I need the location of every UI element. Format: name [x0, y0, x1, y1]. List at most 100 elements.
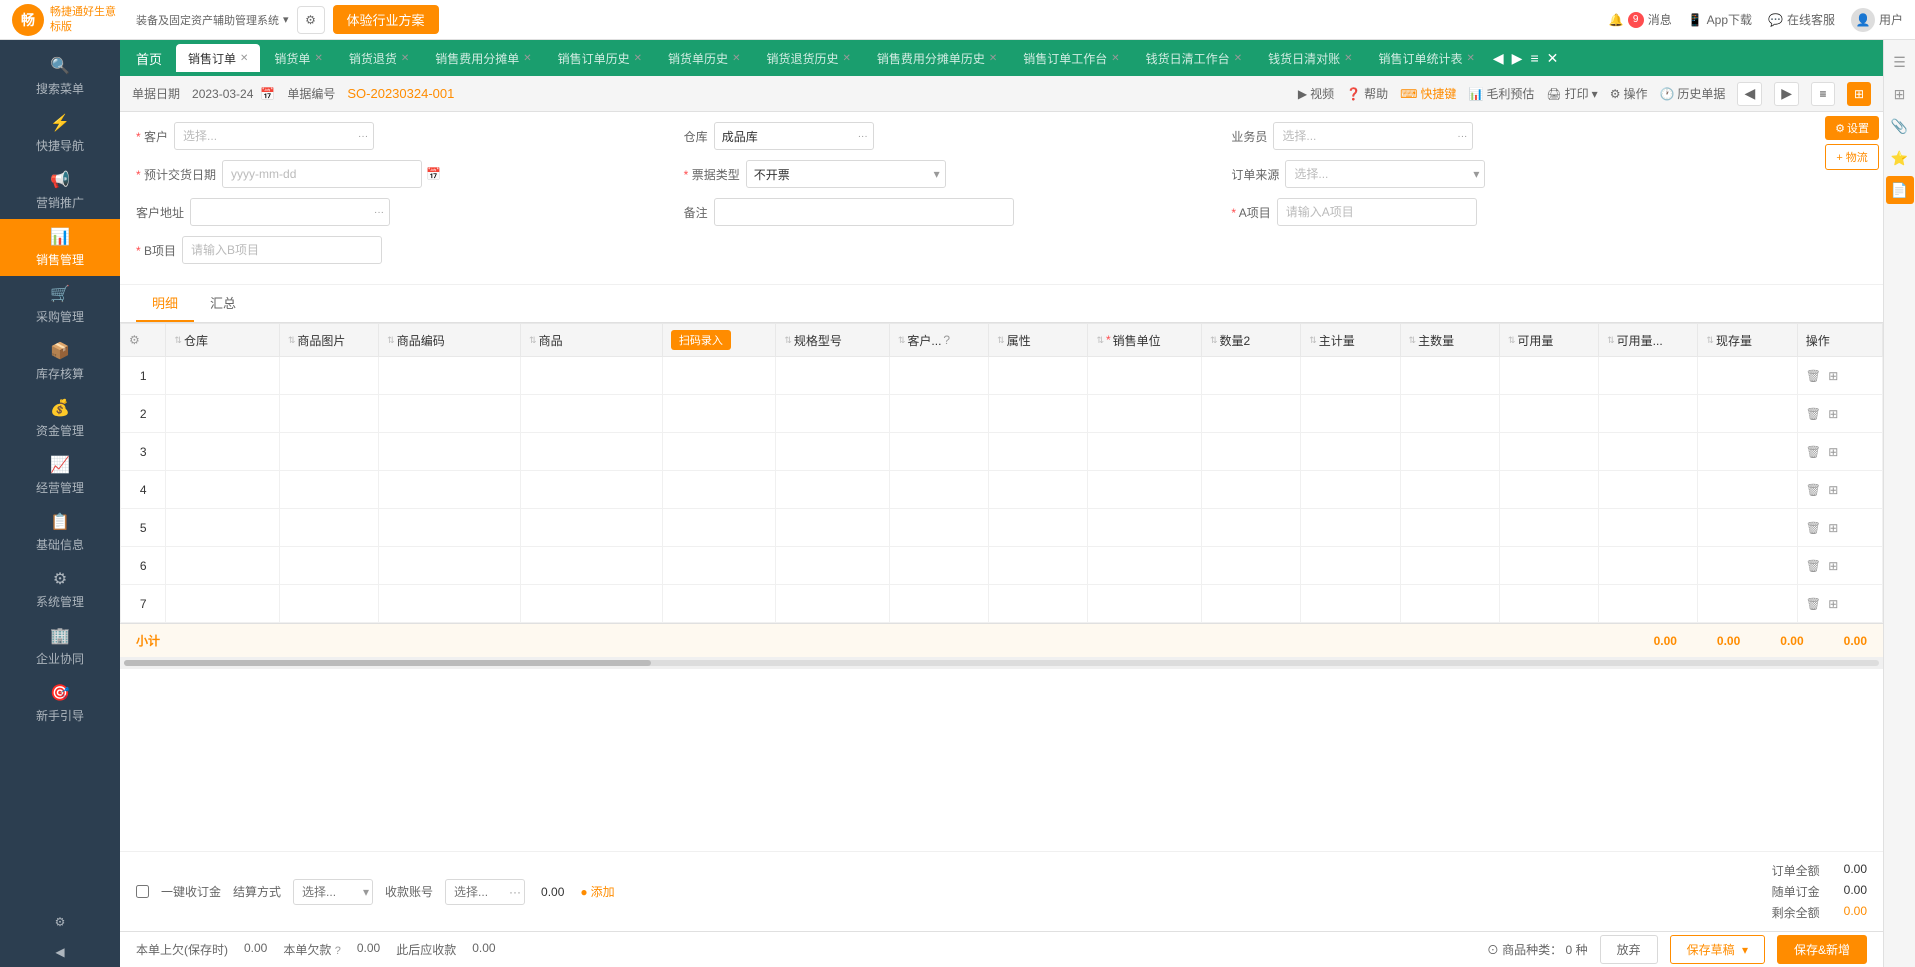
- th-settings[interactable]: ⚙: [121, 324, 166, 357]
- tab-return-history[interactable]: 销货退货历史 ✕: [754, 44, 862, 72]
- row-4-warehouse[interactable]: [166, 471, 279, 509]
- row-3-delete-icon[interactable]: 🗑: [1806, 445, 1821, 459]
- row-6-main-unit[interactable]: [1301, 547, 1400, 585]
- row-5-copy-icon[interactable]: ⊞: [1828, 521, 1838, 535]
- row-5-available2[interactable]: [1599, 509, 1698, 547]
- row-2-code[interactable]: [379, 395, 521, 433]
- tab-sales-goods-history-close[interactable]: ✕: [732, 53, 740, 64]
- toolbar-help-btn[interactable]: ❓ 帮助: [1346, 82, 1388, 106]
- row-7-image[interactable]: [279, 585, 378, 623]
- tab-close-all-btn[interactable]: ✕: [1543, 50, 1563, 67]
- order-source-input[interactable]: [1285, 160, 1485, 188]
- delivery-calendar-icon[interactable]: 📅: [426, 167, 441, 181]
- row-1-customer-code[interactable]: [889, 357, 988, 395]
- row-6-qty2[interactable]: [1201, 547, 1300, 585]
- scan-btn[interactable]: 扫码录入: [671, 330, 731, 350]
- row-6-available2[interactable]: [1599, 547, 1698, 585]
- horizontal-scrollbar[interactable]: [120, 657, 1883, 669]
- online-service-btn[interactable]: 💬 在线客服: [1768, 11, 1835, 28]
- row-7-main-qty[interactable]: [1400, 585, 1499, 623]
- scrollbar-track[interactable]: [124, 660, 1879, 666]
- sidebar-item-search[interactable]: 🔍 搜索菜单: [0, 48, 120, 105]
- sidebar-item-purchase[interactable]: 🛒 采购管理: [0, 276, 120, 333]
- right-icon-2[interactable]: ⊞: [1886, 80, 1914, 108]
- toolbar-next-btn[interactable]: ▶: [1774, 82, 1799, 106]
- row-6-stock[interactable]: [1698, 547, 1797, 585]
- row-5-attribute[interactable]: [989, 509, 1088, 547]
- row-2-attribute[interactable]: [989, 395, 1088, 433]
- row-1-attribute[interactable]: [989, 357, 1088, 395]
- row-6-delete-icon[interactable]: 🗑: [1806, 559, 1821, 573]
- row-5-available[interactable]: [1499, 509, 1598, 547]
- row-1-main-qty[interactable]: [1400, 357, 1499, 395]
- add-payment-btn[interactable]: ● 添加: [580, 883, 614, 900]
- tab-expense-history-close[interactable]: ✕: [989, 53, 997, 64]
- row-4-code[interactable]: [379, 471, 521, 509]
- row-6-product[interactable]: [521, 547, 663, 585]
- row-4-available2[interactable]: [1599, 471, 1698, 509]
- tab-daily-workbench-close[interactable]: ✕: [1234, 53, 1242, 64]
- row-6-main-qty[interactable]: [1400, 547, 1499, 585]
- tab-order-workbench-close[interactable]: ✕: [1111, 53, 1119, 64]
- sidebar-settings-btn[interactable]: ⚙: [0, 907, 120, 937]
- row-1-stock[interactable]: [1698, 357, 1797, 395]
- sidebar-collapse-btn[interactable]: ◀: [0, 937, 120, 967]
- tab-return-history-close[interactable]: ✕: [842, 53, 850, 64]
- address-input[interactable]: [190, 198, 390, 226]
- row-5-main-qty[interactable]: [1400, 509, 1499, 547]
- row-3-code[interactable]: [379, 433, 521, 471]
- row-3-available[interactable]: [1499, 433, 1598, 471]
- sidebar-item-basic-info[interactable]: 📋 基础信息: [0, 504, 120, 561]
- project-a-input[interactable]: [1277, 198, 1477, 226]
- row-7-stock[interactable]: [1698, 585, 1797, 623]
- tab-sales-order[interactable]: 销售订单 ✕: [176, 44, 260, 72]
- row-1-available2[interactable]: [1599, 357, 1698, 395]
- row-2-unit[interactable]: [1088, 395, 1201, 433]
- payment-method-dropdown[interactable]: ▾: [363, 885, 369, 899]
- row-4-copy-icon[interactable]: ⊞: [1828, 483, 1838, 497]
- settings-btn[interactable]: ⚙ 设置: [1825, 116, 1879, 140]
- row-4-unit[interactable]: [1088, 471, 1201, 509]
- sidebar-item-inventory[interactable]: 📦 库存核算: [0, 333, 120, 390]
- tab-sales-expense-close[interactable]: ✕: [523, 53, 531, 64]
- customer-input[interactable]: [174, 122, 374, 150]
- row-3-copy-icon[interactable]: ⊞: [1828, 445, 1838, 459]
- row-1-copy-icon[interactable]: ⊞: [1828, 369, 1838, 383]
- row-6-attribute[interactable]: [989, 547, 1088, 585]
- tab-sales-stats-close[interactable]: ✕: [1467, 53, 1475, 64]
- salesperson-input[interactable]: [1273, 122, 1473, 150]
- row-4-main-qty[interactable]: [1400, 471, 1499, 509]
- detail-tab-summary[interactable]: 汇总: [194, 285, 252, 322]
- toolbar-operation-btn[interactable]: ⚙ 操作: [1610, 82, 1648, 106]
- row-3-available2[interactable]: [1599, 433, 1698, 471]
- settings-icon-btn[interactable]: ⚙: [297, 6, 325, 34]
- row-7-warehouse[interactable]: [166, 585, 279, 623]
- row-3-spec[interactable]: [776, 433, 889, 471]
- row-6-warehouse[interactable]: [166, 547, 279, 585]
- save-draft-btn[interactable]: 保存草稿 ▾: [1670, 935, 1765, 964]
- warehouse-dots-btn[interactable]: ···: [858, 131, 868, 142]
- row-5-unit[interactable]: [1088, 509, 1201, 547]
- row-5-warehouse[interactable]: [166, 509, 279, 547]
- sidebar-item-system[interactable]: ⚙ 系统管理: [0, 561, 120, 618]
- row-4-delete-icon[interactable]: 🗑: [1806, 483, 1821, 497]
- row-2-available2[interactable]: [1599, 395, 1698, 433]
- row-4-stock[interactable]: [1698, 471, 1797, 509]
- row-3-main-qty[interactable]: [1400, 433, 1499, 471]
- right-icon-3[interactable]: 📎: [1886, 112, 1914, 140]
- row-4-image[interactable]: [279, 471, 378, 509]
- row-3-main-unit[interactable]: [1301, 433, 1400, 471]
- order-source-dropdown[interactable]: ▾: [1473, 167, 1479, 181]
- row-7-customer-code[interactable]: [889, 585, 988, 623]
- sidebar-item-marketing[interactable]: 📢 营销推广: [0, 162, 120, 219]
- row-7-unit[interactable]: [1088, 585, 1201, 623]
- row-4-available[interactable]: [1499, 471, 1598, 509]
- row-2-product[interactable]: [521, 395, 663, 433]
- row-7-delete-icon[interactable]: 🗑: [1806, 597, 1821, 611]
- row-1-main-unit[interactable]: [1301, 357, 1400, 395]
- row-4-spec[interactable]: [776, 471, 889, 509]
- row-3-customer-code[interactable]: [889, 433, 988, 471]
- payment-method-input[interactable]: [293, 879, 373, 905]
- row-5-main-unit[interactable]: [1301, 509, 1400, 547]
- row-1-warehouse[interactable]: [166, 357, 279, 395]
